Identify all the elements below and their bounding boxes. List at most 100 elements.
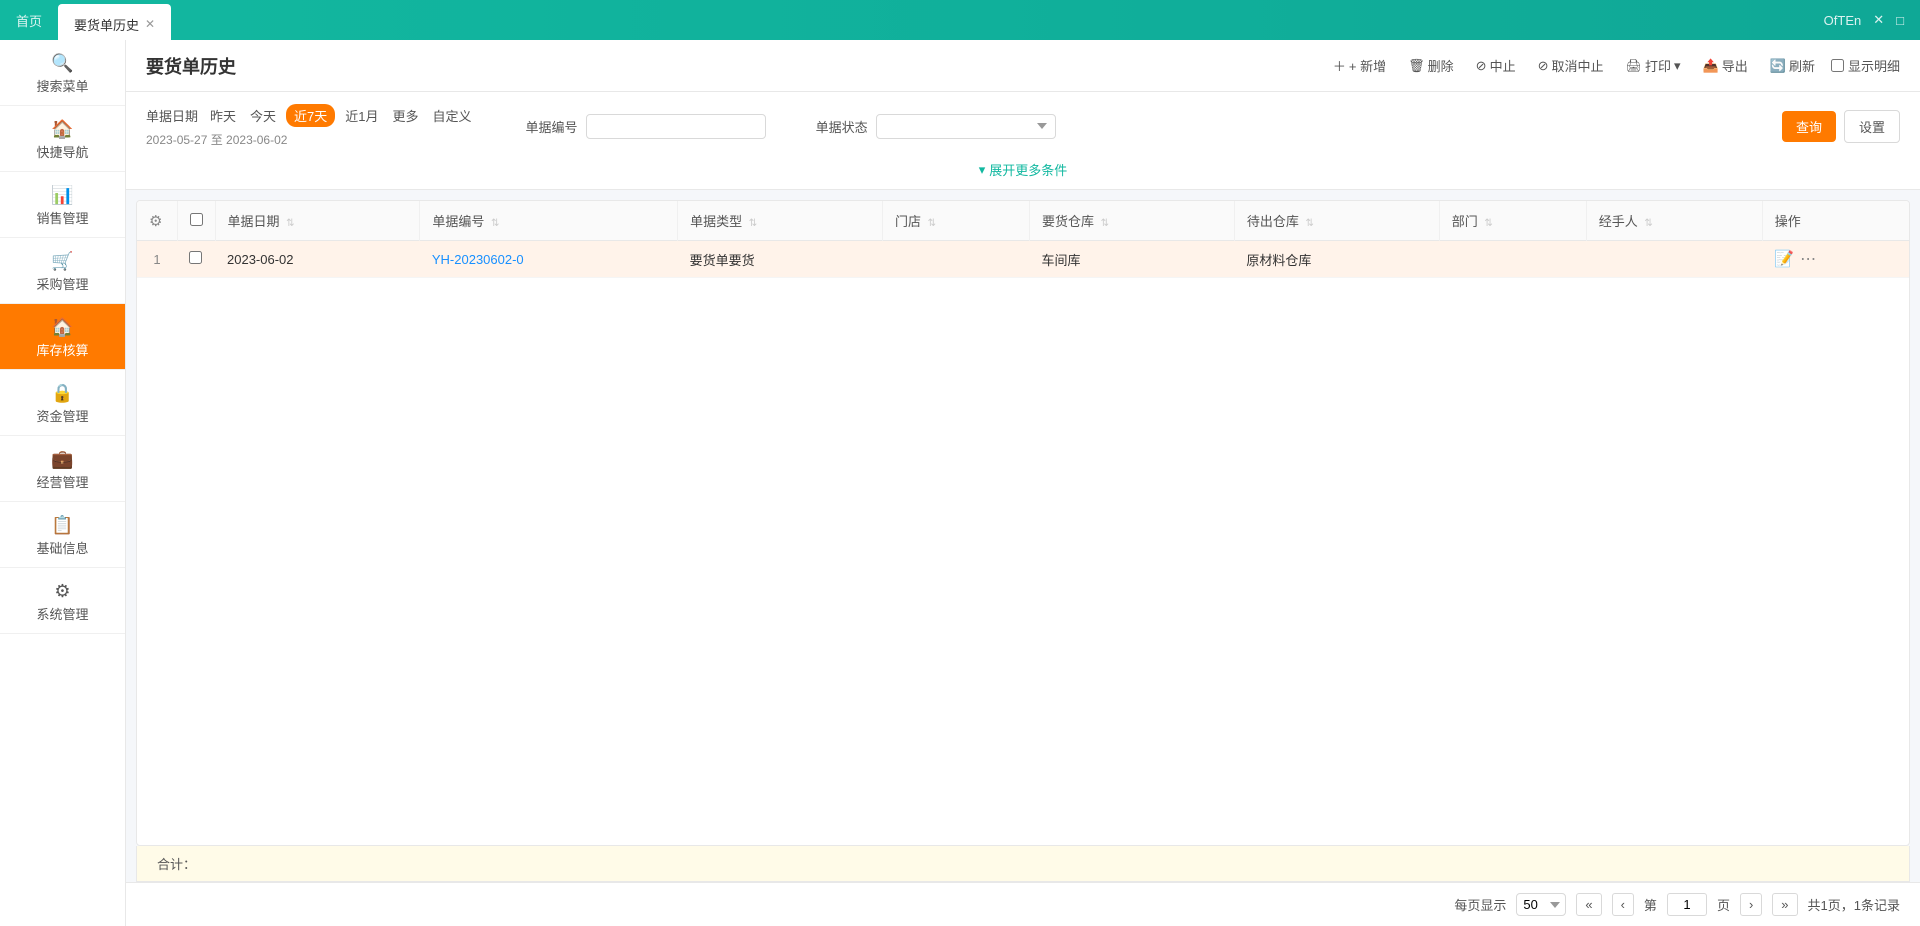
stop-button[interactable]: ⊘ 中止 (1470, 52, 1522, 79)
print-icon: 🖨 (1626, 58, 1643, 74)
last-page-button[interactable]: » (1772, 893, 1797, 916)
sidebar-item-shortcut[interactable]: 🏠 快捷导航 (0, 106, 125, 172)
billno-filter-group: 单据编号 (526, 114, 766, 139)
window-maximize-icon[interactable]: □ (1896, 13, 1904, 28)
col-pending-warehouse-sort-icon[interactable]: ⇅ (1306, 218, 1314, 229)
tab-requisition-history[interactable]: 要货单历史 ✕ (58, 4, 171, 44)
display-detail-label: 显示明细 (1848, 56, 1900, 75)
print-button[interactable]: 🖨 打印 ▾ (1620, 52, 1687, 79)
sales-icon: 📊 (51, 186, 73, 204)
row-billno-link[interactable]: YH-20230602-0 (432, 252, 524, 267)
sidebar-item-basic-label: 基础信息 (36, 538, 88, 557)
page-title: 要货单历史 (146, 53, 1327, 79)
status-select[interactable] (876, 114, 1056, 139)
status-select-wrapper (876, 114, 1056, 139)
prev-page-button[interactable]: ‹ (1612, 893, 1634, 916)
date-shortcut-today[interactable]: 今天 (246, 104, 280, 127)
new-button[interactable]: ＋ + 新增 (1327, 52, 1392, 79)
date-filter-top: 单据日期 昨天 今天 近7天 近1月 更多 自定义 (146, 104, 476, 127)
current-page-input[interactable] (1667, 893, 1707, 916)
col-billtype-sort-icon[interactable]: ⇅ (749, 218, 757, 229)
table-settings-icon[interactable]: ⚙ (149, 213, 162, 230)
row-billno: YH-20230602-0 (420, 241, 678, 278)
next-page-button[interactable]: › (1740, 893, 1762, 916)
sidebar-item-inventory-label: 库存核算 (36, 340, 88, 359)
delete-label: 删除 (1428, 56, 1454, 75)
top-bar-right: OfTEn ✕ □ (1824, 12, 1920, 28)
row-department (1439, 241, 1586, 278)
col-department: 部门 ⇅ (1439, 201, 1586, 241)
col-handler: 经手人 ⇅ (1586, 201, 1762, 241)
query-button[interactable]: 查询 (1782, 111, 1836, 142)
status-filter-group: 单据状态 (816, 114, 1056, 139)
print-label: 打印 (1645, 56, 1671, 75)
expand-more-label: 展开更多条件 (989, 160, 1067, 179)
sidebar-item-basic[interactable]: 📋 基础信息 (0, 502, 125, 568)
display-detail-checkbox-label[interactable]: 显示明细 (1831, 56, 1900, 75)
date-shortcut-yesterday[interactable]: 昨天 (206, 104, 240, 127)
date-shortcut-custom[interactable]: 自定义 (429, 104, 476, 127)
per-page-select[interactable]: 10 20 50 100 (1516, 893, 1566, 916)
first-page-button[interactable]: « (1576, 893, 1601, 916)
sidebar-item-finance[interactable]: 🔒 资金管理 (0, 370, 125, 436)
col-warehouse-label: 要货仓库 (1042, 214, 1094, 229)
col-store-sort-icon[interactable]: ⇅ (928, 218, 936, 229)
col-handler-sort-icon[interactable]: ⇅ (1644, 218, 1652, 229)
export-label: 导出 (1722, 56, 1748, 75)
delete-button[interactable]: 🗑 删除 (1402, 52, 1460, 79)
display-detail-checkbox[interactable] (1831, 59, 1844, 72)
page-label: 第 (1644, 895, 1657, 914)
export-button[interactable]: 📤 导出 (1697, 52, 1754, 79)
date-shortcut-1month[interactable]: 近1月 (341, 104, 382, 127)
select-all-checkbox[interactable] (190, 213, 203, 226)
col-department-label: 部门 (1452, 214, 1478, 229)
sidebar-item-system[interactable]: ⚙ 系统管理 (0, 568, 125, 634)
col-handler-label: 经手人 (1599, 214, 1638, 229)
toolbar: ＋ + 新增 🗑 删除 ⊘ 中止 ⊘ 取消中止 🖨 打印 (1327, 52, 1900, 79)
row-checkbox[interactable] (189, 251, 202, 264)
tab-home[interactable]: 首页 (0, 0, 58, 40)
col-store-label: 门店 (895, 214, 921, 229)
col-action-label: 操作 (1775, 214, 1801, 229)
sidebar-item-search[interactable]: 🔍 搜索菜单 (0, 40, 125, 106)
tab-close-icon[interactable]: ✕ (145, 17, 155, 31)
col-checkbox (177, 201, 215, 241)
print-dropdown-icon: ▾ (1674, 58, 1681, 74)
export-icon: 📤 (1703, 58, 1719, 74)
col-billno-sort-icon[interactable]: ⇅ (491, 218, 499, 229)
col-warehouse: 要货仓库 ⇅ (1030, 201, 1235, 241)
billno-input[interactable] (586, 114, 766, 139)
settings-button[interactable]: 设置 (1844, 110, 1900, 143)
row-edit-icon[interactable]: 📝 (1774, 249, 1794, 269)
col-department-sort-icon[interactable]: ⇅ (1484, 218, 1492, 229)
cancel-stop-button[interactable]: ⊘ 取消中止 (1532, 52, 1610, 79)
sidebar-item-operations[interactable]: 💼 经营管理 (0, 436, 125, 502)
sidebar-item-sales-label: 销售管理 (36, 208, 88, 227)
sidebar-item-system-label: 系统管理 (36, 604, 88, 623)
basic-icon: 📋 (51, 516, 73, 534)
data-table: ⚙ 单据日期 ⇅ 单据编号 ⇅ (137, 201, 1909, 278)
col-settings: ⚙ (137, 201, 177, 241)
row-date: 2023-06-02 (215, 241, 420, 278)
row-store (883, 241, 1030, 278)
expand-more-row[interactable]: ▾ 展开更多条件 (146, 156, 1900, 183)
date-shortcuts: 昨天 今天 近7天 近1月 更多 自定义 (206, 104, 476, 127)
sidebar-item-purchase[interactable]: 🛒 采购管理 (0, 238, 125, 304)
window-close-icon[interactable]: ✕ (1873, 12, 1884, 28)
sidebar: 🔍 搜索菜单 🏠 快捷导航 📊 销售管理 🛒 采购管理 🏠 库存核算 🔒 资金管… (0, 40, 126, 926)
row-more-icon[interactable]: ⋯ (1800, 249, 1816, 269)
row-action-icons: 📝 ⋯ (1774, 249, 1897, 269)
date-shortcut-more[interactable]: 更多 (389, 104, 423, 127)
new-label: + 新增 (1349, 56, 1386, 75)
col-billtype: 单据类型 ⇅ (678, 201, 883, 241)
col-warehouse-sort-icon[interactable]: ⇅ (1101, 218, 1109, 229)
expand-chevron-icon: ▾ (979, 162, 986, 178)
sidebar-item-sales[interactable]: 📊 销售管理 (0, 172, 125, 238)
date-shortcut-7days[interactable]: 近7天 (286, 104, 335, 127)
refresh-button[interactable]: 🔄 刷新 (1764, 52, 1821, 79)
refresh-icon: 🔄 (1770, 58, 1786, 74)
sidebar-item-inventory[interactable]: 🏠 库存核算 (0, 304, 125, 370)
col-pending-warehouse: 待出仓库 ⇅ (1234, 201, 1439, 241)
col-date-sort-icon[interactable]: ⇅ (286, 218, 294, 229)
date-filter-label: 单据日期 (146, 106, 198, 125)
